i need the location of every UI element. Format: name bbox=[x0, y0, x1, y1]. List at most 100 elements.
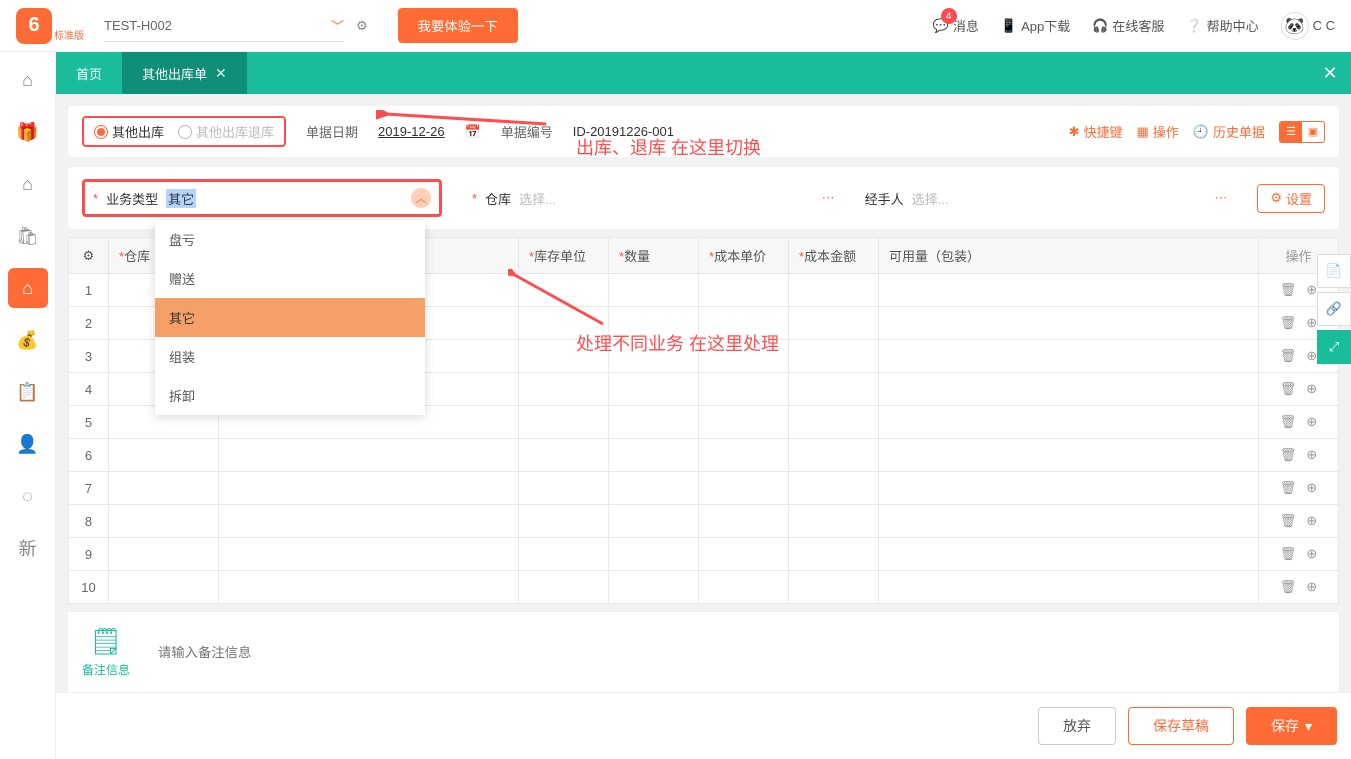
warehouse-field[interactable]: * 仓库 选择... ⋯ bbox=[472, 189, 835, 208]
dock-note-icon[interactable]: 📄 bbox=[1317, 254, 1351, 288]
business-type-field[interactable]: * 业务类型 其它 ︿ 盘亏 赠送 其它 组装 拆卸 bbox=[82, 179, 442, 217]
table-row[interactable]: 7 🗑 ⊕ bbox=[69, 472, 1339, 505]
delete-icon[interactable]: 🗑 bbox=[1280, 282, 1297, 298]
table-row[interactable]: 10 🗑 ⊕ bbox=[69, 571, 1339, 604]
row-index: 10 bbox=[69, 571, 109, 604]
nav-new-icon[interactable]: 新 bbox=[8, 528, 48, 568]
more-icon[interactable]: ⋯ bbox=[1214, 190, 1227, 206]
annotation-arrow-icon bbox=[376, 110, 546, 128]
add-icon[interactable]: ⊕ bbox=[1306, 348, 1317, 364]
top-bar: 6 标准版 TEST-H002 ﹀ ⚙ 我要体验一下 💬 消息 4 📱 App下… bbox=[0, 0, 1351, 52]
nav-gift-icon[interactable]: 🎁 bbox=[8, 112, 48, 152]
gear-icon[interactable]: ⚙ bbox=[356, 18, 368, 34]
user-name: C C bbox=[1313, 18, 1335, 33]
table-row[interactable]: 6 🗑 ⊕ bbox=[69, 439, 1339, 472]
app-download-label: App下载 bbox=[1021, 16, 1070, 35]
help-center-button[interactable]: ❔ 帮助中心 bbox=[1186, 16, 1258, 35]
nav-contact-icon[interactable]: 👤 bbox=[8, 424, 48, 464]
dropdown-option[interactable]: 其它 bbox=[155, 298, 425, 337]
shortcut-label: 快捷键 bbox=[1083, 122, 1122, 141]
outbound-type-radio-group: 其他出库 其他出库退库 bbox=[82, 116, 286, 147]
filter-bar: * 业务类型 其它 ︿ 盘亏 赠送 其它 组装 拆卸 bbox=[68, 167, 1339, 229]
tab-other-outbound[interactable]: 其他出库单 ✕ bbox=[122, 52, 247, 94]
delete-icon[interactable]: 🗑 bbox=[1280, 348, 1297, 364]
trial-button[interactable]: 我要体验一下 bbox=[398, 8, 518, 43]
close-icon[interactable]: ✕ bbox=[215, 65, 227, 82]
nav-bag-icon[interactable]: 🛍 bbox=[8, 216, 48, 256]
row-index: 7 bbox=[69, 472, 109, 505]
delete-icon[interactable]: 🗑 bbox=[1280, 480, 1297, 496]
nav-cycle-icon[interactable]: ◌ bbox=[8, 476, 48, 516]
operate-button[interactable]: ▦ 操作 bbox=[1136, 122, 1178, 141]
add-icon[interactable]: ⊕ bbox=[1306, 381, 1317, 397]
row-index: 11 bbox=[69, 604, 109, 605]
gear-icon: ⚙ bbox=[1270, 190, 1282, 206]
right-dock: 📄 🔗 ⤢ bbox=[1317, 254, 1351, 364]
app-download-button[interactable]: 📱 App下载 bbox=[1001, 16, 1070, 35]
avatar: 🐼 bbox=[1281, 12, 1309, 40]
user-menu[interactable]: 🐼 C C bbox=[1281, 12, 1335, 40]
tab-home[interactable]: 首页 bbox=[56, 52, 122, 94]
save-button[interactable]: 保存▾ bbox=[1246, 707, 1337, 745]
history-button[interactable]: 🕘历史单据 bbox=[1193, 122, 1265, 141]
handler-field[interactable]: 经手人 选择... ⋯ bbox=[865, 189, 1228, 208]
nav-house-icon[interactable]: ⌂ bbox=[8, 164, 48, 204]
nav-clipboard-icon[interactable]: 📋 bbox=[8, 372, 48, 412]
delete-icon[interactable]: 🗑 bbox=[1280, 579, 1297, 595]
add-icon[interactable]: ⊕ bbox=[1306, 315, 1317, 331]
discard-button[interactable]: 放弃 bbox=[1038, 707, 1116, 745]
table-row[interactable]: 9🗑⊕ bbox=[69, 538, 1339, 571]
list-view-icon: ☰ bbox=[1280, 122, 1302, 142]
delete-icon[interactable]: 🗑 bbox=[1280, 381, 1297, 397]
add-icon[interactable]: ⊕ bbox=[1306, 282, 1317, 298]
nav-warehouse-icon[interactable]: ⌂ bbox=[8, 268, 48, 308]
tenant-selector[interactable]: TEST-H002 ﹀ bbox=[104, 10, 344, 42]
table-row[interactable]: 8🗑⊕ bbox=[69, 505, 1339, 538]
view-toggle[interactable]: ☰▣ bbox=[1279, 121, 1325, 143]
grid-icon: ▦ bbox=[1136, 124, 1148, 140]
gear-header-icon[interactable]: ⚙ bbox=[69, 238, 109, 274]
dock-link-icon[interactable]: 🔗 bbox=[1317, 292, 1351, 326]
table-row[interactable]: 11🗑⊕ bbox=[69, 604, 1339, 605]
settings-label: 设置 bbox=[1286, 189, 1312, 208]
more-icon[interactable]: ⋯ bbox=[822, 190, 835, 206]
save-draft-button[interactable]: 保存草稿 bbox=[1128, 707, 1234, 745]
business-type-label: 业务类型 bbox=[106, 189, 158, 208]
delete-icon[interactable]: 🗑 bbox=[1280, 447, 1297, 463]
delete-icon[interactable]: 🗑 bbox=[1280, 414, 1297, 430]
row-index: 6 bbox=[69, 439, 109, 472]
delete-icon[interactable]: 🗑 bbox=[1280, 546, 1297, 562]
messages-label: 消息 bbox=[953, 16, 979, 35]
dropdown-option[interactable]: 赠送 bbox=[155, 259, 425, 298]
dropdown-option[interactable]: 盘亏 bbox=[155, 220, 425, 259]
delete-icon[interactable]: 🗑 bbox=[1280, 513, 1297, 529]
add-icon[interactable]: ⊕ bbox=[1306, 579, 1317, 595]
dock-expand-icon[interactable]: ⤢ bbox=[1317, 330, 1351, 364]
remark-bar: 🗒 备注信息 bbox=[68, 612, 1339, 692]
footer-actions: 放弃 保存草稿 保存▾ bbox=[56, 692, 1351, 759]
radio-outbound[interactable]: 其他出库 bbox=[94, 122, 164, 141]
nav-home-icon[interactable]: ⌂ bbox=[8, 60, 48, 100]
row-index: 2 bbox=[69, 307, 109, 340]
add-icon[interactable]: ⊕ bbox=[1306, 513, 1317, 529]
messages-button[interactable]: 💬 消息 4 bbox=[933, 16, 979, 35]
add-icon[interactable]: ⊕ bbox=[1306, 447, 1317, 463]
nav-money-icon[interactable]: 💰 bbox=[8, 320, 48, 360]
operate-label: 操作 bbox=[1153, 122, 1179, 141]
tenant-name: TEST-H002 bbox=[104, 18, 172, 33]
settings-button[interactable]: ⚙设置 bbox=[1257, 184, 1325, 213]
dropdown-option[interactable]: 拆卸 bbox=[155, 376, 425, 415]
add-icon[interactable]: ⊕ bbox=[1306, 480, 1317, 496]
add-icon[interactable]: ⊕ bbox=[1306, 414, 1317, 430]
close-all-tabs[interactable]: ✕ bbox=[1309, 52, 1351, 94]
phone-icon: 📱 bbox=[1001, 18, 1017, 34]
online-service-button[interactable]: 🎧 在线客服 bbox=[1092, 16, 1164, 35]
headset-icon: 🎧 bbox=[1092, 18, 1108, 34]
radio-outbound-return[interactable]: 其他出库退库 bbox=[178, 122, 274, 141]
remark-input[interactable] bbox=[150, 637, 1325, 668]
shortcut-button[interactable]: ✱快捷键 bbox=[1069, 122, 1123, 141]
delete-icon[interactable]: 🗑 bbox=[1280, 315, 1297, 331]
dropdown-option[interactable]: 组装 bbox=[155, 337, 425, 376]
row-index: 1 bbox=[69, 274, 109, 307]
add-icon[interactable]: ⊕ bbox=[1306, 546, 1317, 562]
